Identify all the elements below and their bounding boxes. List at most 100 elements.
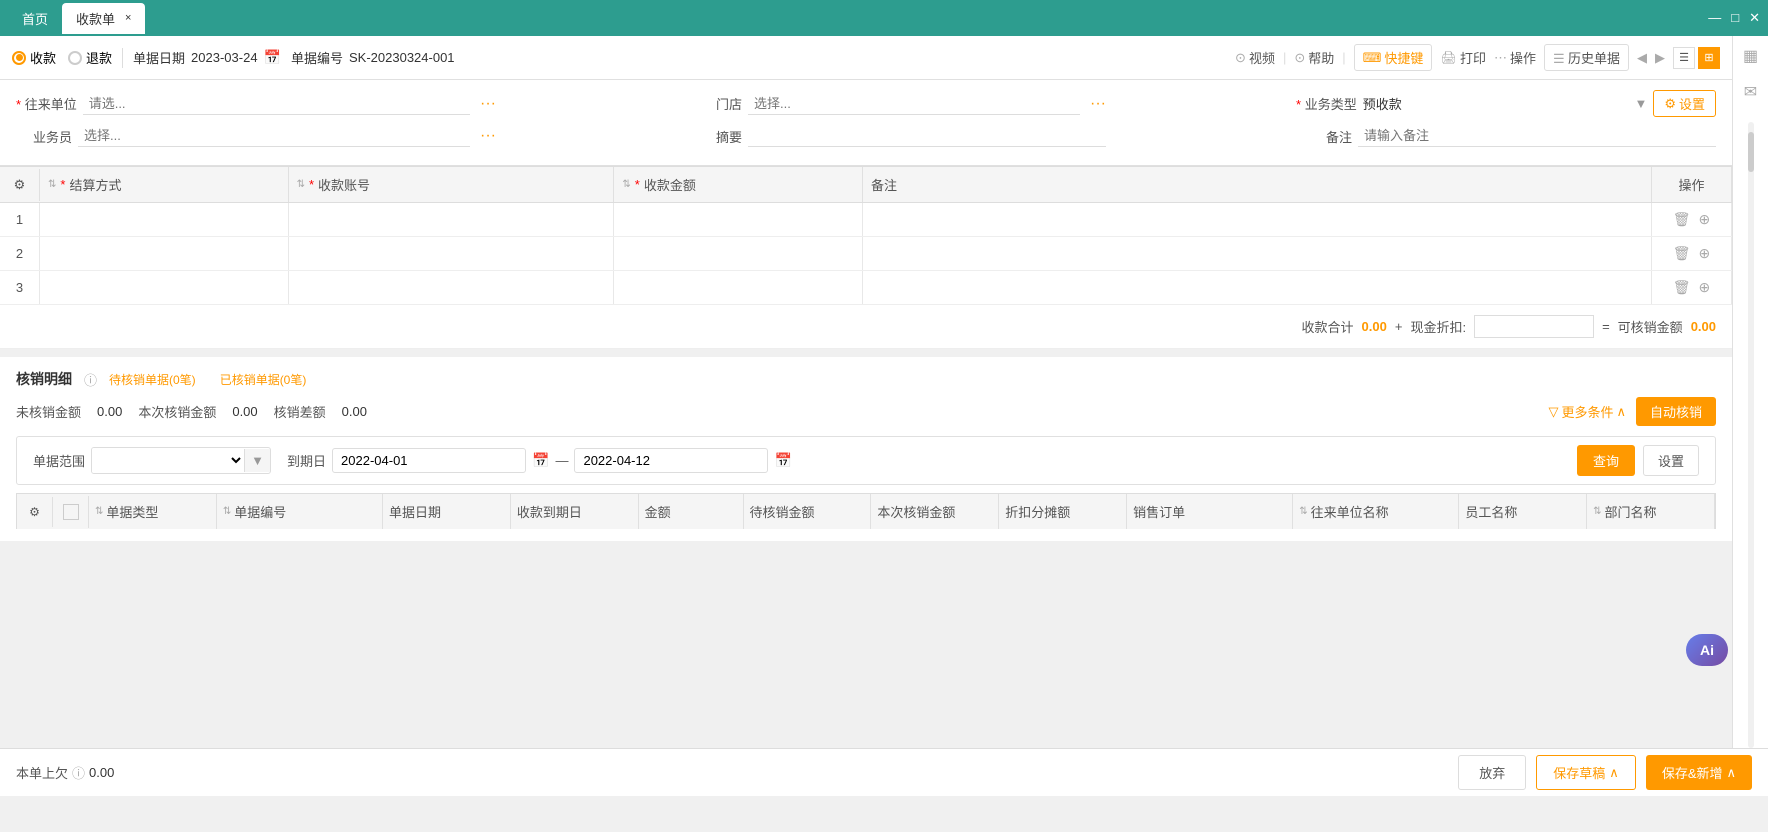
store-more-btn[interactable]: ··· xyxy=(1090,95,1106,113)
minimize-icon[interactable]: — xyxy=(1708,10,1721,26)
verif-right-actions: ▽ 更多条件 ∧ 自动核销 xyxy=(1548,397,1716,426)
nav-right-icon[interactable]: ▶ xyxy=(1655,50,1665,66)
row3-account-input[interactable] xyxy=(297,280,606,295)
td-row1-account[interactable] xyxy=(289,203,615,236)
tab-close-icon[interactable]: × xyxy=(125,12,131,24)
maximize-icon[interactable]: □ xyxy=(1731,10,1739,26)
window-controls: — □ ✕ xyxy=(1708,10,1760,26)
td-row3-account[interactable] xyxy=(289,271,615,304)
table-row: 2 🗑 ⊕ xyxy=(0,237,1732,271)
td-row3-settlement[interactable] xyxy=(40,271,289,304)
store-input[interactable] xyxy=(748,93,1080,115)
save-draft-button[interactable]: 保存草稿 ∧ xyxy=(1536,755,1636,790)
shortcut-btn[interactable]: ⌨ 快捷键 xyxy=(1354,44,1433,71)
store-field: 门店 ··· xyxy=(686,93,1106,115)
row2-delete-btn[interactable]: 🗑 xyxy=(1673,245,1691,262)
doc-date-calendar-icon[interactable]: 📅 xyxy=(264,49,281,66)
row3-settlement-input[interactable] xyxy=(48,280,280,295)
td-row2-settlement[interactable] xyxy=(40,237,289,270)
td-row1-settlement[interactable] xyxy=(40,203,289,236)
form-row-1: * 往来单位 ··· 门店 ··· * 业务类型 预收款 ▼ xyxy=(16,90,1716,117)
due-date-end-input[interactable] xyxy=(574,448,768,473)
tab-current-label: 收款单 xyxy=(76,9,115,28)
abandon-button[interactable]: 放弃 xyxy=(1458,755,1526,790)
radio-shou-label: 收款 xyxy=(30,48,56,67)
td-row2-account[interactable] xyxy=(289,237,615,270)
row3-remark-input[interactable] xyxy=(871,280,1643,295)
dth-check[interactable] xyxy=(53,496,89,528)
row2-copy-btn[interactable]: ⊕ xyxy=(1699,245,1711,262)
row1-delete-btn[interactable]: 🗑 xyxy=(1673,211,1691,228)
more-conditions-btn[interactable]: ▽ 更多条件 ∧ xyxy=(1548,402,1626,421)
staff-more-btn[interactable]: ··· xyxy=(480,127,496,145)
row1-amount-input[interactable] xyxy=(622,212,854,227)
row3-delete-btn[interactable]: 🗑 xyxy=(1673,279,1691,296)
td-row3-remark[interactable] xyxy=(863,271,1652,304)
due-date-start-calendar-icon[interactable]: 📅 xyxy=(532,452,549,469)
summary-plus: + xyxy=(1395,319,1403,334)
row1-settlement-input[interactable] xyxy=(48,212,280,227)
ai-badge[interactable]: Ai xyxy=(1686,634,1728,666)
query-btn[interactable]: 查询 xyxy=(1577,445,1635,476)
row1-account-input[interactable] xyxy=(297,212,606,227)
scrollbar-area[interactable] xyxy=(1748,122,1754,748)
td-row2-amount[interactable] xyxy=(614,237,863,270)
summary-input[interactable] xyxy=(748,125,1106,147)
filter-settings-btn[interactable]: 设置 xyxy=(1643,445,1699,476)
th-settings[interactable]: ⚙ xyxy=(0,169,40,201)
verif-pending-tab[interactable]: 待核销单据(0笔) xyxy=(109,371,196,388)
help-btn[interactable]: ⊙ 帮助 xyxy=(1294,48,1334,67)
td-row1-amount[interactable] xyxy=(614,203,863,236)
row1-remark-input[interactable] xyxy=(871,212,1643,227)
save-new-button[interactable]: 保存&新增 ∧ xyxy=(1646,755,1752,790)
range-dropdown-icon[interactable]: ▼ xyxy=(244,449,270,472)
hint-info-icon[interactable]: ⓘ xyxy=(72,763,85,782)
close-icon[interactable]: ✕ xyxy=(1749,10,1760,26)
dth-thisverif: 本次核销金额 xyxy=(871,494,999,529)
td-row2-remark[interactable] xyxy=(863,237,1652,270)
nav-left-icon[interactable]: ◀ xyxy=(1637,50,1647,66)
due-date-end-calendar-icon[interactable]: 📅 xyxy=(774,452,791,469)
view-grid-btn[interactable]: ⊞ xyxy=(1698,47,1720,69)
staff-input[interactable] xyxy=(78,125,470,147)
auto-verif-btn[interactable]: 自动核销 xyxy=(1636,397,1716,426)
select-all-checkbox[interactable] xyxy=(63,504,79,520)
radio-shou[interactable]: 收款 xyxy=(12,48,56,67)
row2-remark-input[interactable] xyxy=(871,246,1643,261)
due-date-start-input[interactable] xyxy=(332,448,526,473)
row2-amount-input[interactable] xyxy=(622,246,854,261)
counterpart-more-btn[interactable]: ··· xyxy=(480,95,496,113)
row1-copy-btn[interactable]: ⊕ xyxy=(1699,211,1711,228)
row3-copy-btn[interactable]: ⊕ xyxy=(1699,279,1711,296)
tab-current[interactable]: 收款单 × xyxy=(62,3,145,34)
toolbar-right: ⊙ 视频 | ⊙ 帮助 | ⌨ 快捷键 🖨 打印 ⋯ 操作 ☰ xyxy=(1235,44,1720,71)
dth-settings[interactable]: ⚙ xyxy=(17,497,53,527)
this-verif-value: 0.00 xyxy=(232,404,257,419)
verif-info-icon[interactable]: ⓘ xyxy=(84,370,97,389)
history-btn[interactable]: ☰ 历史单据 xyxy=(1544,44,1629,71)
td-row1-remark[interactable] xyxy=(863,203,1652,236)
counterpart-input[interactable] xyxy=(83,93,470,115)
print-btn[interactable]: 🖨 打印 xyxy=(1440,48,1486,67)
table-header: ⚙ ⇅ * 结算方式 ⇅ * 收款账号 ⇅ * 收款金额 备注 操作 xyxy=(0,166,1732,203)
video-btn[interactable]: ⊙ 视频 xyxy=(1235,48,1275,67)
range-select[interactable] xyxy=(92,448,244,473)
sidebar-email-icon[interactable]: ✉ xyxy=(1744,82,1757,102)
biz-type-dropdown-icon[interactable]: ▼ xyxy=(1634,96,1647,111)
counterpart-label: * 往来单位 xyxy=(16,94,77,113)
verifiable-value: 0.00 xyxy=(1691,319,1716,334)
tab-home[interactable]: 首页 xyxy=(8,3,62,34)
settings-button[interactable]: ⚙ 设置 xyxy=(1653,90,1716,117)
view-list-btn[interactable]: ☰ xyxy=(1673,47,1695,69)
td-row3-amount[interactable] xyxy=(614,271,863,304)
due-date-label: 到期日 xyxy=(287,451,326,470)
summary-discount-input[interactable] xyxy=(1474,315,1594,338)
sidebar-table-icon[interactable]: ▦ xyxy=(1743,46,1758,66)
operation-btn[interactable]: ⋯ 操作 xyxy=(1494,48,1536,67)
row3-amount-input[interactable] xyxy=(622,280,854,295)
row2-account-input[interactable] xyxy=(297,246,606,261)
remark-input[interactable] xyxy=(1358,125,1716,147)
verif-done-tab[interactable]: 已核销单据(0笔) xyxy=(220,371,307,388)
radio-tui[interactable]: 退款 xyxy=(68,48,112,67)
row2-settlement-input[interactable] xyxy=(48,246,280,261)
